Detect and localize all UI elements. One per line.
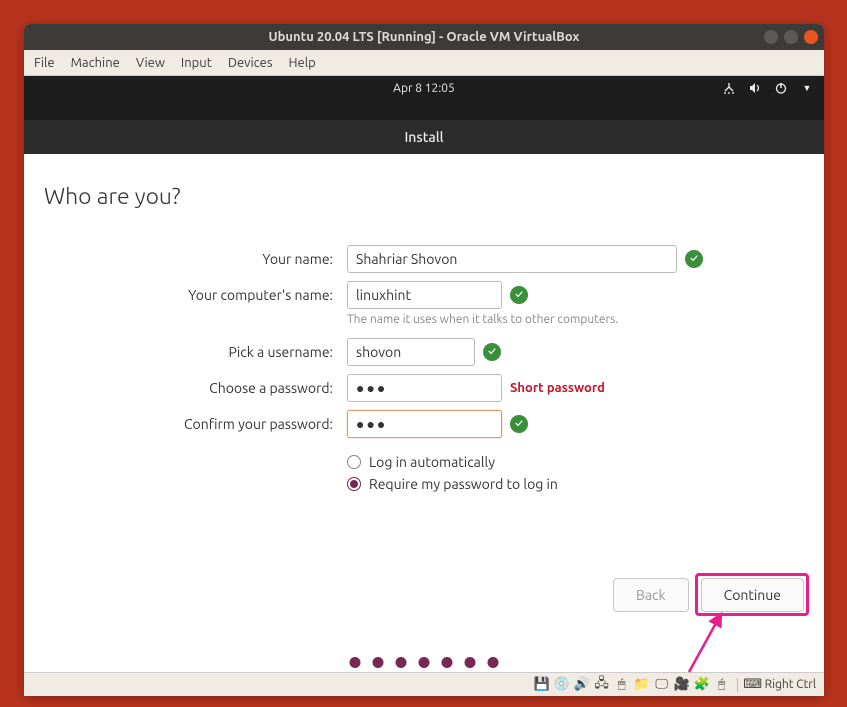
confirm-password-input[interactable]: [347, 410, 502, 438]
radio-label: Require my password to log in: [369, 476, 558, 492]
label-computer: Your computer's name:: [44, 287, 339, 303]
name-input[interactable]: [347, 245, 677, 273]
password-warning: Short password: [510, 381, 605, 395]
power-icon: [774, 81, 788, 95]
dot: [419, 657, 430, 668]
optical-disk-icon[interactable]: 💿: [554, 677, 570, 693]
check-icon: ✓: [483, 343, 501, 361]
radio-auto-login[interactable]: Log in automatically: [347, 454, 804, 470]
volume-icon: [748, 81, 762, 95]
display-icon[interactable]: 🖵: [654, 677, 670, 693]
cpu-icon[interactable]: 🧩: [694, 677, 710, 693]
installer-spacer: [24, 100, 824, 120]
vbox-window-controls: [764, 30, 818, 44]
network-icon: [722, 81, 736, 95]
chevron-down-icon: ▼: [800, 81, 814, 95]
row-confirm: Confirm your password: ✓: [44, 410, 804, 438]
vbox-menubar: File Machine View Input Devices Help: [24, 50, 824, 76]
page-title: Who are you?: [44, 184, 804, 209]
maximize-button[interactable]: [784, 30, 798, 44]
row-username: Pick a username: ✓: [44, 338, 804, 366]
installer-body: Who are you? Your name: ✓ Your computer'…: [24, 154, 824, 672]
login-options: Log in automatically Require my password…: [347, 454, 804, 492]
installer-header-text: Install: [404, 129, 443, 145]
audio-icon[interactable]: 🔊: [574, 677, 590, 693]
dot: [350, 657, 361, 668]
usb-icon[interactable]: 🖱: [614, 677, 630, 693]
radio-button-selected: [347, 477, 361, 491]
label-name: Your name:: [44, 251, 339, 267]
row-name: Your name: ✓: [44, 245, 804, 273]
vbox-titlebar: Ubuntu 20.04 LTS [Running] - Oracle VM V…: [24, 24, 824, 50]
check-icon: ✓: [685, 250, 703, 268]
dot: [465, 657, 476, 668]
dot: [488, 657, 499, 668]
radio-require-password[interactable]: Require my password to log in: [347, 476, 804, 492]
radio-label: Log in automatically: [369, 454, 495, 470]
dot: [396, 657, 407, 668]
row-computer: Your computer's name: ✓: [44, 281, 804, 309]
menu-help[interactable]: Help: [289, 56, 316, 70]
menu-view[interactable]: View: [136, 56, 165, 70]
annotation-arrow-icon: [679, 606, 739, 676]
virtualbox-window: Ubuntu 20.04 LTS [Running] - Oracle VM V…: [24, 24, 824, 696]
continue-button[interactable]: Continue: [701, 578, 804, 612]
label-confirm: Confirm your password:: [44, 416, 339, 432]
menu-file[interactable]: File: [34, 56, 55, 70]
shared-folder-icon[interactable]: 📁: [634, 677, 650, 693]
host-key-label: Right Ctrl: [765, 678, 816, 691]
menu-input[interactable]: Input: [181, 56, 212, 70]
keyboard-icon[interactable]: ⌨: [745, 677, 761, 693]
close-button[interactable]: [804, 30, 818, 44]
dot: [442, 657, 453, 668]
password-input[interactable]: [347, 374, 502, 402]
menu-devices[interactable]: Devices: [228, 56, 273, 70]
gnome-topbar: Apr 8 12:05 ▼: [24, 76, 824, 100]
hard-disk-icon[interactable]: 💾: [534, 677, 550, 693]
vbox-statusbar: 💾 💿 🔊 🖧 🖱 📁 🖵 🎥 🧩 🖰 ⌨ Right Ctrl: [24, 672, 824, 696]
check-icon: ✓: [510, 415, 528, 433]
check-icon: ✓: [510, 286, 528, 304]
nav-buttons: Back Continue: [613, 578, 804, 612]
computer-name-input[interactable]: [347, 281, 502, 309]
label-password: Choose a password:: [44, 380, 339, 396]
progress-dots: [350, 657, 499, 668]
separator: [737, 678, 738, 692]
back-button[interactable]: Back: [613, 578, 689, 612]
installer-header: Install: [24, 120, 824, 154]
form: Your name: ✓ Your computer's name: ✓ The…: [44, 245, 804, 492]
radio-button: [347, 455, 361, 469]
menu-machine[interactable]: Machine: [71, 56, 120, 70]
gnome-clock[interactable]: Apr 8 12:05: [393, 82, 455, 95]
hint-computer: The name it uses when it talks to other …: [347, 313, 804, 326]
recording-icon[interactable]: 🎥: [674, 677, 690, 693]
dot: [373, 657, 384, 668]
row-password: Choose a password: Short password: [44, 374, 804, 402]
mouse-integration-icon[interactable]: 🖰: [714, 677, 730, 693]
label-username: Pick a username:: [44, 344, 339, 360]
network-adapter-icon[interactable]: 🖧: [594, 677, 610, 693]
minimize-button[interactable]: [764, 30, 778, 44]
vbox-title: Ubuntu 20.04 LTS [Running] - Oracle VM V…: [269, 30, 580, 44]
username-input[interactable]: [347, 338, 475, 366]
gnome-status-icons[interactable]: ▼: [722, 81, 814, 95]
